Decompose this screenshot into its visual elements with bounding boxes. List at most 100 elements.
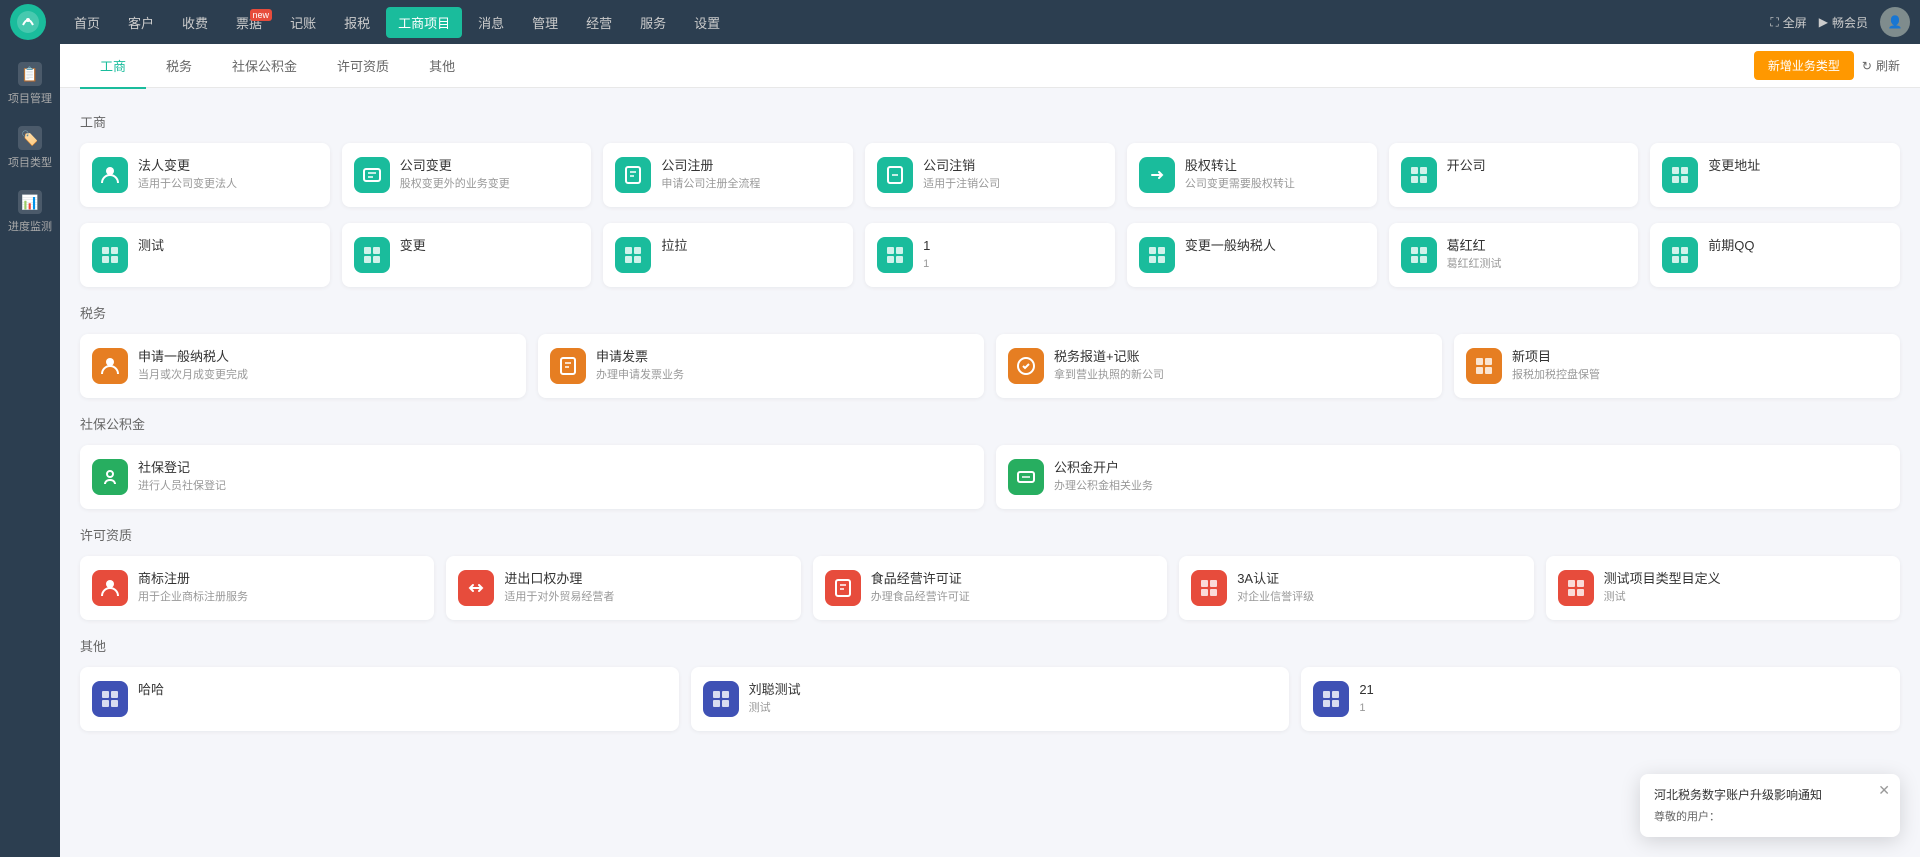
card-lala[interactable]: 拉拉 <box>603 223 853 287</box>
card-name-company-cancel: 公司注销 <box>923 157 1000 175</box>
card-desc-legal-change: 适用于公司变更法人 <box>138 177 237 192</box>
nav-home[interactable]: 首页 <box>62 7 112 38</box>
tab-gongshang[interactable]: 工商 <box>80 44 146 89</box>
card-name-test: 测试 <box>138 237 164 255</box>
refresh-button[interactable]: ↻ 刷新 <box>1862 57 1900 74</box>
card-import-export[interactable]: 进出口权办理 适用于对外贸易经营者 <box>446 556 800 620</box>
card-icon-import-export <box>458 570 494 606</box>
fullscreen-button[interactable]: ⛶ 全屏 <box>1770 14 1806 31</box>
card-company-cancel[interactable]: 公司注销 适用于注销公司 <box>865 143 1115 207</box>
section-title-shebao: 社保公积金 <box>80 414 1900 433</box>
card-desc-gongjijin-open: 办理公积金相关业务 <box>1054 479 1153 494</box>
nav-business[interactable]: 工商项目 <box>386 7 462 38</box>
scroll-content[interactable]: 工商 法人变更 适用于公司变更法人 公司变更 <box>60 88 1920 857</box>
nav-manage[interactable]: 管理 <box>520 7 570 38</box>
new-business-type-button[interactable]: 新增业务类型 <box>1754 51 1854 80</box>
content-area: 工商 税务 社保公积金 许可资质 其他 新增业务类型 ↻ 刷新 工商 <box>60 44 1920 857</box>
card-3a-cert[interactable]: 3A认证 对企业信誉评级 <box>1179 556 1533 620</box>
card-icon-company-cancel <box>877 157 913 193</box>
tab-shebao[interactable]: 社保公积金 <box>212 44 317 89</box>
card-icon-haha <box>92 681 128 717</box>
card-icon-change-general-taxpayer <box>1139 237 1175 273</box>
card-desc-tax-report-bookkeeping: 拿到营业执照的新公司 <box>1054 368 1164 383</box>
card-desc-liucong-test: 测试 <box>749 701 801 716</box>
nav-bill[interactable]: 票据 new <box>224 7 274 38</box>
card-new-project[interactable]: 新项目 报税加税控盘保管 <box>1454 334 1900 398</box>
card-qianqi-qq[interactable]: 前期QQ <box>1650 223 1900 287</box>
card-liucong-test[interactable]: 刘聪测试 测试 <box>691 667 1290 731</box>
card-icon-liucong-test <box>703 681 739 717</box>
notification-close-button[interactable]: ✕ <box>1878 782 1890 799</box>
card-icon-equity-transfer <box>1139 157 1175 193</box>
sidebar-item-project-type[interactable]: 🏷️ 项目类型 <box>4 118 56 178</box>
card-name-qianqi-qq: 前期QQ <box>1708 237 1754 255</box>
nav-operation[interactable]: 经营 <box>574 7 624 38</box>
card-change-address[interactable]: 变更地址 <box>1650 143 1900 207</box>
nav-bookkeeping[interactable]: 记账 <box>278 7 328 38</box>
card-name-open-company: 开公司 <box>1447 157 1486 175</box>
card-haha[interactable]: 哈哈 <box>80 667 679 731</box>
card-bianGeng[interactable]: 变更 <box>342 223 592 287</box>
card-food-permit[interactable]: 食品经营许可证 办理食品经营许可证 <box>813 556 1167 620</box>
card-test[interactable]: 测试 <box>80 223 330 287</box>
section-title-shuiwu: 税务 <box>80 303 1900 322</box>
card-company-change[interactable]: 公司变更 股权变更外的业务变更 <box>342 143 592 207</box>
card-desc-company-cancel: 适用于注销公司 <box>923 177 1000 192</box>
tab-xuke[interactable]: 许可资质 <box>317 44 409 89</box>
card-icon-1 <box>877 237 913 273</box>
card-icon-ge-hong-hong <box>1401 237 1437 273</box>
card-name-21: 21 <box>1359 681 1373 699</box>
sidebar-item-progress[interactable]: 📊 进度监测 <box>4 182 56 242</box>
card-21[interactable]: 21 1 <box>1301 667 1900 731</box>
refresh-icon: ↻ <box>1862 59 1872 73</box>
card-name-haha: 哈哈 <box>138 681 164 699</box>
card-name-equity-transfer: 股权转让 <box>1185 157 1295 175</box>
card-desc-equity-transfer: 公司变更需要股权转让 <box>1185 177 1295 192</box>
card-test-project-type[interactable]: 测试项目类型目定义 测试 <box>1546 556 1900 620</box>
card-equity-transfer[interactable]: 股权转让 公司变更需要股权转让 <box>1127 143 1377 207</box>
avatar-icon: 👤 <box>1888 15 1903 29</box>
card-name-liucong-test: 刘聪测试 <box>749 681 801 699</box>
nav-settings[interactable]: 设置 <box>682 7 732 38</box>
card-tax-report-bookkeeping[interactable]: 税务报道+记账 拿到营业执照的新公司 <box>996 334 1442 398</box>
card-icon-change-address <box>1662 157 1698 193</box>
card-desc-new-project: 报税加税控盘保管 <box>1512 368 1600 383</box>
nav-service[interactable]: 服务 <box>628 7 678 38</box>
card-change-general-taxpayer[interactable]: 变更一般纳税人 <box>1127 223 1377 287</box>
card-apply-general-taxpayer[interactable]: 申请一般纳税人 当月或次月成变更完成 <box>80 334 526 398</box>
nav-items: 首页 客户 收费 票据 new 记账 报税 工商项目 消息 管理 经营 服务 设… <box>62 7 1770 38</box>
notification-title: 河北税务数字账户升级影响通知 <box>1654 786 1886 803</box>
nav-charge[interactable]: 收费 <box>170 7 220 38</box>
tab-shuiwu[interactable]: 税务 <box>146 44 212 89</box>
card-icon-trademark <box>92 570 128 606</box>
nav-tax[interactable]: 报税 <box>332 7 382 38</box>
card-desc-trademark: 用于企业商标注册服务 <box>138 590 248 605</box>
avatar[interactable]: 👤 <box>1880 7 1910 37</box>
tab-qita[interactable]: 其他 <box>409 44 475 89</box>
card-shebao-register[interactable]: 社保登记 进行人员社保登记 <box>80 445 984 509</box>
card-legal-change[interactable]: 法人变更 适用于公司变更法人 <box>80 143 330 207</box>
card-icon-company-register <box>615 157 651 193</box>
card-gongjijin-open[interactable]: 公积金开户 办理公积金相关业务 <box>996 445 1900 509</box>
card-1[interactable]: 1 1 <box>865 223 1115 287</box>
nav-customer[interactable]: 客户 <box>116 7 166 38</box>
sidebar-item-project-manage[interactable]: 📋 项目管理 <box>4 54 56 114</box>
card-ge-hong-hong[interactable]: 葛红红 葛红红测试 <box>1389 223 1639 287</box>
nav-message[interactable]: 消息 <box>466 7 516 38</box>
shuiwu-cards: 申请一般纳税人 当月或次月成变更完成 申请发票 办理申请发票业务 <box>80 334 1900 398</box>
xuke-cards: 商标注册 用于企业商标注册服务 进出口权办理 适用于对外贸易经营者 <box>80 556 1900 620</box>
card-icon-tax-report-bookkeeping <box>1008 348 1044 384</box>
shebao-cards: 社保登记 进行人员社保登记 公积金开户 办理公积金相关业务 <box>80 445 1900 509</box>
logo <box>10 4 46 40</box>
card-trademark[interactable]: 商标注册 用于企业商标注册服务 <box>80 556 434 620</box>
card-name-change-general-taxpayer: 变更一般纳税人 <box>1185 237 1276 255</box>
card-open-company[interactable]: 开公司 <box>1389 143 1639 207</box>
card-name-bianGeng: 变更 <box>400 237 426 255</box>
card-name-legal-change: 法人变更 <box>138 157 237 175</box>
card-apply-invoice[interactable]: 申请发票 办理申请发票业务 <box>538 334 984 398</box>
vip-button[interactable]: ▶ 畅会员 <box>1819 14 1868 31</box>
sidebar: 📋 项目管理 🏷️ 项目类型 📊 进度监测 <box>0 44 60 857</box>
card-desc-import-export: 适用于对外贸易经营者 <box>504 590 614 605</box>
card-company-register[interactable]: 公司注册 申请公司注册全流程 <box>603 143 853 207</box>
card-name-food-permit: 食品经营许可证 <box>871 570 970 588</box>
